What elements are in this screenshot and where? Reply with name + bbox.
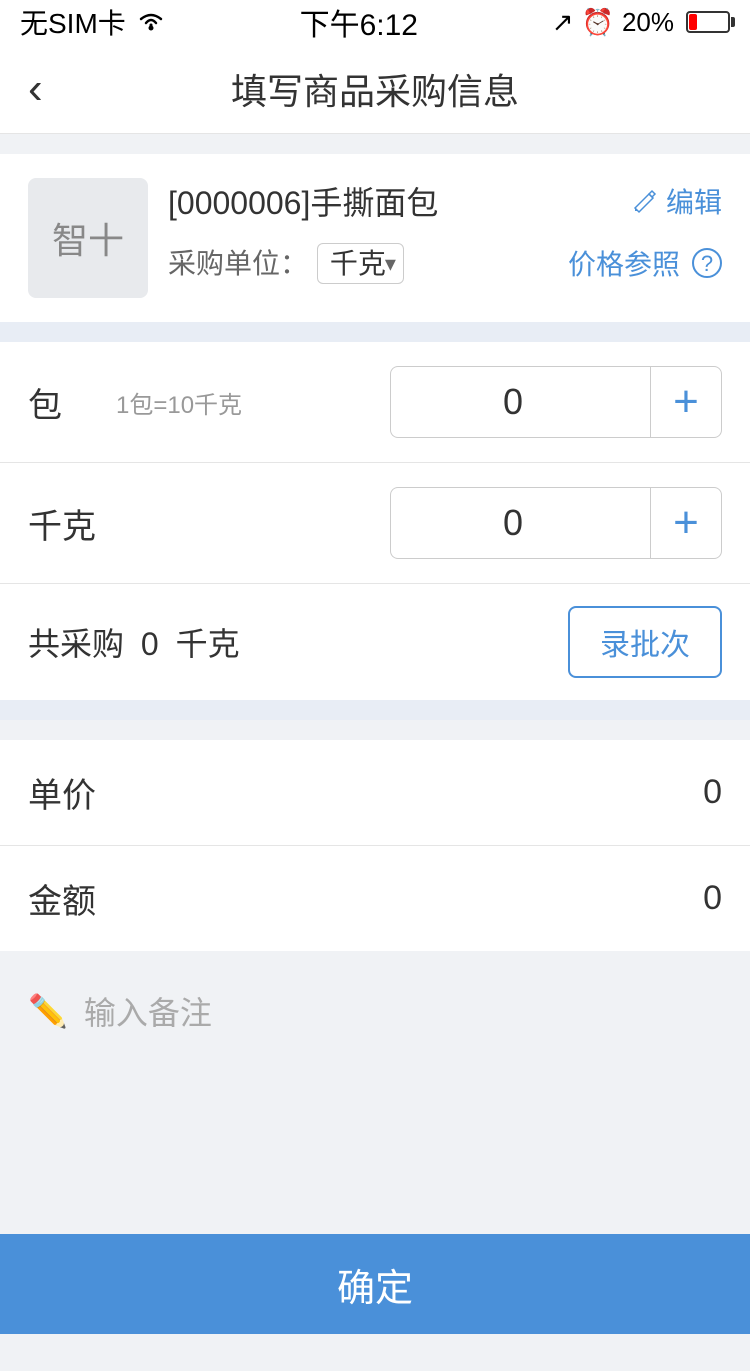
bag-input-right: + <box>390 366 722 438</box>
kg-input-row: 千克 + <box>0 463 750 584</box>
unit-select-wrapper[interactable]: 千克 <box>317 243 404 284</box>
price-ref-question-icon: ? <box>692 248 722 278</box>
product-card: 智十 [0000006]手撕面包 编辑 采购单位： <box>0 154 750 322</box>
back-button[interactable]: ‹ <box>28 67 43 111</box>
price-ref-label: 价格参照 <box>568 243 680 283</box>
amount-row: 金额 0 <box>0 846 750 951</box>
product-thumbnail: 智十 <box>28 178 148 298</box>
product-full-name: [0000006]手撕面包 <box>168 178 438 224</box>
status-time: 下午6:12 <box>300 0 418 44</box>
edit-label: 编辑 <box>666 181 722 221</box>
note-placeholder: 输入备注 <box>84 988 212 1034</box>
bag-input-row: 包 1包=10千克 + <box>0 342 750 463</box>
bag-sub-label: 1包=10千克 <box>116 385 390 420</box>
kg-input-right: + <box>390 487 722 559</box>
batch-button[interactable]: 录批次 <box>568 606 722 678</box>
divider-band-1 <box>0 322 750 342</box>
confirm-button[interactable]: 确定 <box>337 1257 413 1312</box>
note-area[interactable]: ✏️ 输入备注 <box>0 951 750 1071</box>
no-sim-label: 无SIM卡 <box>20 2 126 42</box>
location-icon: ↗ <box>552 7 574 38</box>
bag-plus-button[interactable]: + <box>650 366 722 438</box>
product-logo: 智十 <box>52 212 124 264</box>
unit-select[interactable]: 千克 <box>317 243 404 284</box>
divider-band-2 <box>0 700 750 720</box>
unit-section: 采购单位： 千克 <box>168 242 404 284</box>
input-section: 包 1包=10千克 + 千克 + 共采购 0 千克 录批次 <box>0 342 750 700</box>
battery-percent: 20% <box>622 7 674 38</box>
kg-label: 千克 <box>28 499 108 548</box>
kg-plus-button[interactable]: + <box>650 487 722 559</box>
unit-price-label: 单价 <box>28 768 96 817</box>
summary-text-group: 共采购 0 千克 <box>28 619 240 665</box>
unit-price-row: 单价 0 <box>0 740 750 846</box>
kg-quantity-input[interactable] <box>390 487 650 559</box>
battery-icon <box>686 11 730 33</box>
unit-label: 采购单位： <box>168 248 308 279</box>
alarm-icon: ⏰ <box>582 7 614 38</box>
bag-quantity-input[interactable] <box>390 366 650 438</box>
wifi-icon <box>136 6 166 38</box>
status-left: 无SIM卡 <box>20 2 166 42</box>
product-name-row: [0000006]手撕面包 编辑 <box>168 178 722 224</box>
summary-row: 共采购 0 千克 录批次 <box>0 584 750 700</box>
nav-bar: ‹ 填写商品采购信息 <box>0 44 750 134</box>
pencil-icon: ✏️ <box>28 992 68 1030</box>
info-section: 单价 0 金额 0 <box>0 740 750 951</box>
status-right: ↗ ⏰ 20% <box>552 7 730 38</box>
unit-row: 采购单位： 千克 价格参照 ? <box>168 242 722 284</box>
edit-button[interactable]: 编辑 <box>632 181 722 221</box>
price-ref-section[interactable]: 价格参照 ? <box>568 243 722 283</box>
unit-price-value: 0 <box>703 773 722 812</box>
product-info: [0000006]手撕面包 编辑 采购单位： 千克 <box>168 178 722 284</box>
bag-label: 包 <box>28 378 108 427</box>
amount-label: 金额 <box>28 874 96 923</box>
amount-value: 0 <box>703 879 722 918</box>
confirm-bar[interactable]: 确定 <box>0 1234 750 1334</box>
page-title: 填写商品采购信息 <box>231 63 519 115</box>
summary-unit: 千克 <box>176 626 240 662</box>
summary-label: 共采购 <box>28 626 124 662</box>
summary-value: 0 <box>141 626 159 662</box>
status-bar: 无SIM卡 下午6:12 ↗ ⏰ 20% <box>0 0 750 44</box>
